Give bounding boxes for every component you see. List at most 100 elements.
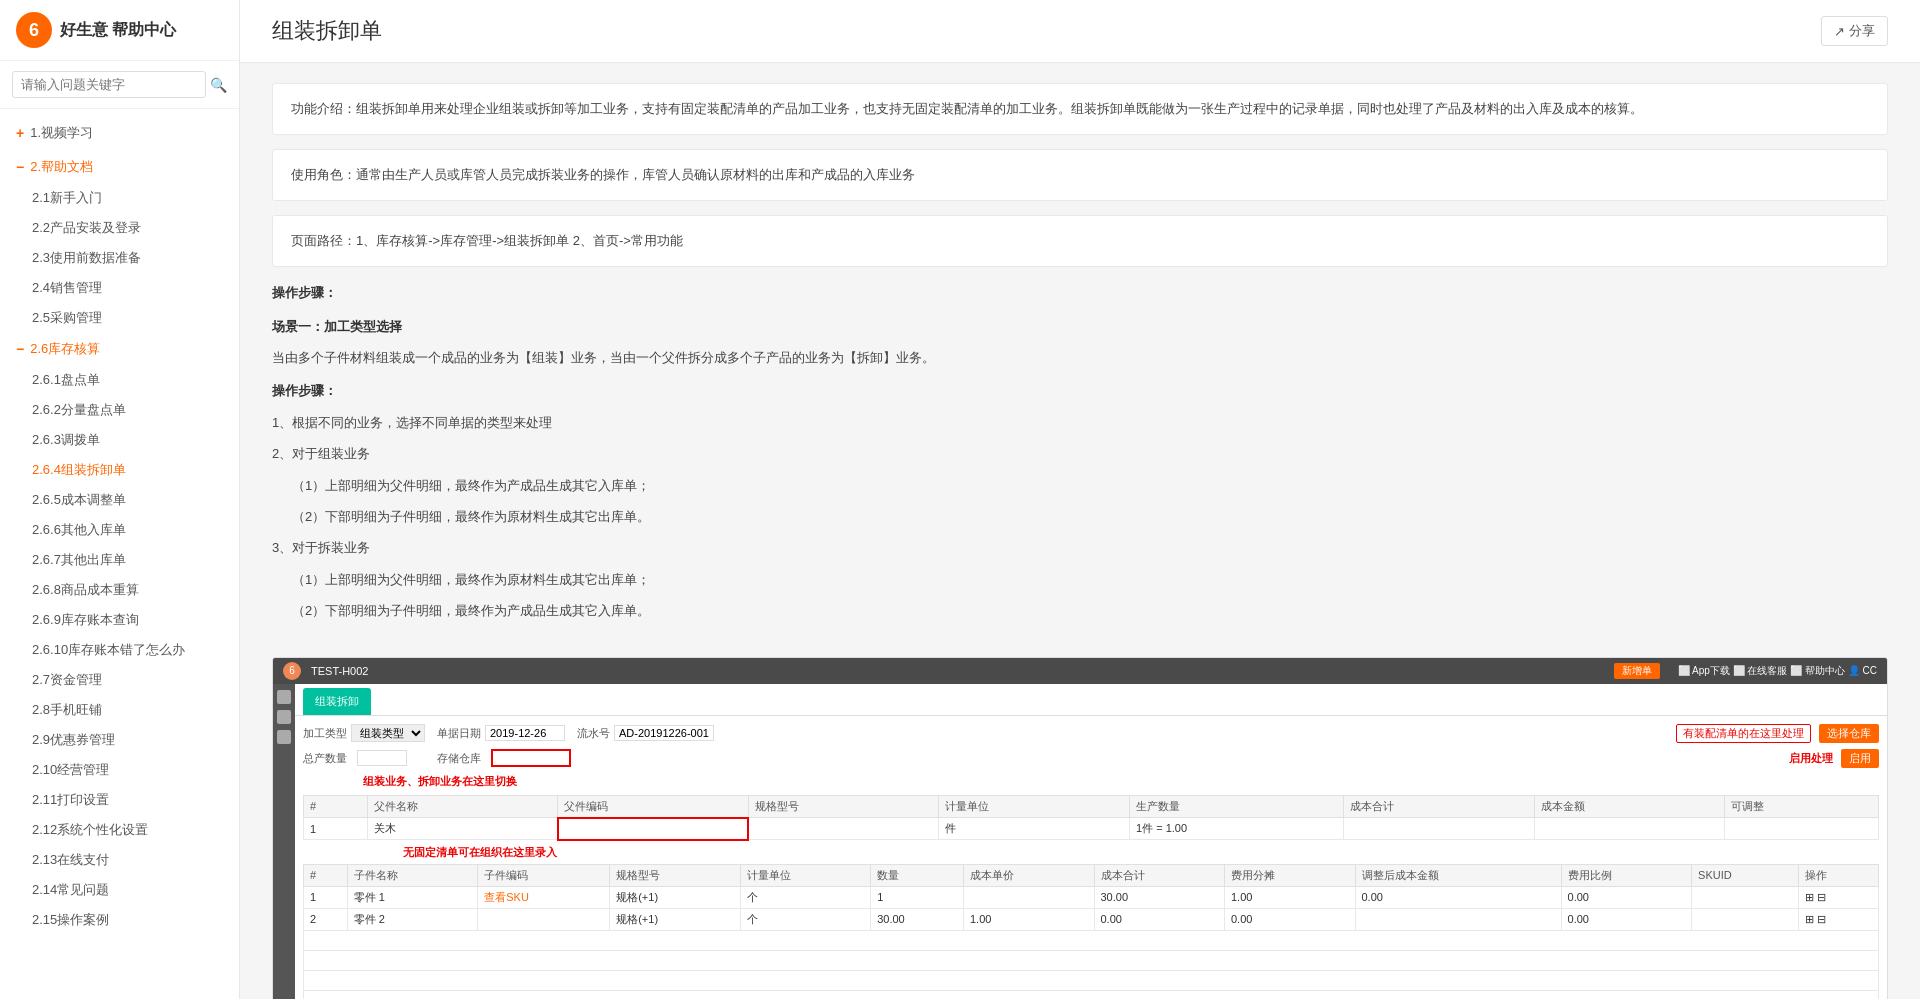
screenshot-body: 组装拆卸 加工类型 组装类型 拆卸类型 bbox=[273, 684, 1887, 999]
col-parent-code: 父件编码 bbox=[558, 795, 749, 818]
screenshot-container: 6 TEST-H002 新增单 ⬜ App下载 ⬜ 在线客服 ⬜ 帮助中心 👤 … bbox=[272, 657, 1888, 999]
form-quantity-label: 总产数量 bbox=[303, 751, 347, 766]
child-row-3 bbox=[304, 930, 1879, 950]
icon1 bbox=[277, 690, 291, 704]
col-no: # bbox=[304, 795, 368, 818]
c-cell-ctotal-2: 0.00 bbox=[1094, 908, 1225, 930]
quantity-input[interactable] bbox=[357, 750, 407, 766]
main-header: 组装拆卸单 ↗ 分享 bbox=[240, 0, 1920, 63]
autofill-annotation-row: 无固定清单可在组织在这里录入 bbox=[303, 845, 1879, 860]
col-c-code: 子件编码 bbox=[478, 864, 610, 886]
form-type: 加工类型 组装类型 拆卸类型 bbox=[303, 724, 425, 742]
sidebar-item-2-14[interactable]: 2.14常见问题 bbox=[0, 875, 239, 905]
col-unit: 计量单位 bbox=[939, 795, 1130, 818]
sidebar-item-2-6-6[interactable]: 2.6.6其他入库单 bbox=[16, 515, 239, 545]
c-cell-adj-2 bbox=[1355, 908, 1561, 930]
sidebar-item-2-6-5[interactable]: 2.6.5成本调整单 bbox=[16, 485, 239, 515]
sidebar-item-2-4[interactable]: 2.4销售管理 bbox=[0, 273, 239, 303]
annotation3-label: 组装业务、拆卸业务在这里切换 bbox=[363, 775, 517, 787]
sidebar-item-2-6-2[interactable]: 2.6.2分量盘点单 bbox=[16, 395, 239, 425]
annotation-area: 有装配清单的在这里处理 选择仓库 bbox=[726, 724, 1879, 743]
sidebar-item-2-2[interactable]: 2.2产品安装及登录 bbox=[0, 213, 239, 243]
col-c-name: 子件名称 bbox=[347, 864, 478, 886]
sidebar-item-1[interactable]: + 1.视频学习 bbox=[0, 117, 239, 149]
screenshot-image: 6 TEST-H002 新增单 ⬜ App下载 ⬜ 在线客服 ⬜ 帮助中心 👤 … bbox=[273, 658, 1887, 999]
c-cell-code-2 bbox=[478, 908, 610, 930]
scene1-desc: 当由多个子件材料组装成一个成品的业务为【组装】业务，当由一个父件拆分成多个子产品… bbox=[272, 346, 1888, 369]
cell-cost-amt bbox=[1534, 818, 1725, 840]
parent-table: # 父件名称 父件编码 规格型号 计量单位 生产数量 成本合计 成本金额 可调整 bbox=[303, 795, 1879, 841]
sub-group-2-6: − 2.6库存核算 2.6.1盘点单 2.6.2分量盘点单 2.6.3调拨单 2… bbox=[16, 333, 239, 665]
sidebar-item-2-6-10[interactable]: 2.6.10库存账本错了怎么办 bbox=[16, 635, 239, 665]
sidebar-item-2-8[interactable]: 2.8手机旺铺 bbox=[0, 695, 239, 725]
col-c-adj-cost: 调整后成本金额 bbox=[1355, 864, 1561, 886]
sidebar-item-2-13[interactable]: 2.13在线支付 bbox=[0, 845, 239, 875]
scene1-title: 场景一：加工类型选择 bbox=[272, 315, 1888, 338]
sidebar-item-2-6-8[interactable]: 2.6.8商品成本重算 bbox=[16, 575, 239, 605]
col-c-spec: 规格型号 bbox=[610, 864, 741, 886]
sidebar-item-2-1[interactable]: 2.1新手入门 bbox=[0, 183, 239, 213]
icon3 bbox=[277, 730, 291, 744]
sidebar-item-2-5[interactable]: 2.5采购管理 bbox=[0, 303, 239, 333]
enable-button[interactable]: 启用 bbox=[1841, 749, 1879, 768]
content-area: 功能介绍：组装拆卸单用来处理企业组装或拆卸等加工业务，支持有固定装配清单的产品加… bbox=[240, 63, 1920, 999]
screenshot-icons: ⬜ App下载 ⬜ 在线客服 ⬜ 帮助中心 👤 CC bbox=[1678, 664, 1877, 678]
cell-unit: 件 bbox=[939, 818, 1130, 840]
store-input[interactable] bbox=[491, 749, 571, 767]
sidebar-item-2-12[interactable]: 2.12系统个性化设置 bbox=[0, 815, 239, 845]
c-cell-code-1: 查看SKU bbox=[478, 886, 610, 908]
screenshot-new-btn: 新增单 bbox=[1614, 663, 1660, 679]
icon2 bbox=[277, 710, 291, 724]
sidebar-item-2-6-1[interactable]: 2.6.1盘点单 bbox=[16, 365, 239, 395]
col-spec: 规格型号 bbox=[748, 795, 939, 818]
cell-cost-total bbox=[1344, 818, 1535, 840]
path-text: 页面路径：1、库存核算->库存管理->组装拆卸单 2、首页->常用功能 bbox=[291, 233, 683, 248]
sidebar-item-2-6-9[interactable]: 2.6.9库存账本查询 bbox=[16, 605, 239, 635]
sidebar-item-2-9[interactable]: 2.9优惠券管理 bbox=[0, 725, 239, 755]
sidebar-item-2-7[interactable]: 2.7资金管理 bbox=[0, 665, 239, 695]
cell-adj bbox=[1725, 818, 1879, 840]
c-cell-spec-1: 规格(+1) bbox=[610, 886, 741, 908]
c-cell-act-2: ⊞ ⊟ bbox=[1798, 908, 1878, 930]
col-c-no: # bbox=[304, 864, 348, 886]
sidebar-item-2-11[interactable]: 2.11打印设置 bbox=[0, 785, 239, 815]
sidebar-item-2-6-7[interactable]: 2.6.7其他出库单 bbox=[16, 545, 239, 575]
sidebar-item-2-6[interactable]: − 2.6库存核算 bbox=[16, 333, 239, 365]
share-button[interactable]: ↗ 分享 bbox=[1821, 16, 1888, 46]
sidebar-item-2-6-3[interactable]: 2.6.3调拨单 bbox=[16, 425, 239, 455]
c-cell-ratio-1: 0.00 bbox=[1561, 886, 1692, 908]
child-row-4 bbox=[304, 950, 1879, 970]
screenshot-logo: 6 bbox=[283, 662, 301, 680]
col-parent-name: 父件名称 bbox=[367, 795, 558, 818]
c-cell-unit-1: 个 bbox=[740, 886, 871, 908]
c-cell-adj-1: 0.00 bbox=[1355, 886, 1561, 908]
logo-icon: 6 bbox=[16, 12, 52, 48]
page-title: 组装拆卸单 bbox=[272, 16, 382, 46]
number-input[interactable] bbox=[614, 725, 714, 741]
sidebar-item-2-6-4[interactable]: 2.6.4组装拆卸单 bbox=[16, 455, 239, 485]
sidebar-item-2-15[interactable]: 2.15操作案例 bbox=[0, 905, 239, 935]
select-store-button[interactable]: 选择仓库 bbox=[1819, 724, 1879, 743]
c-cell-price-2: 1.00 bbox=[964, 908, 1095, 930]
nav-group-1: + 1.视频学习 bbox=[0, 117, 239, 149]
c-cell-qty-2: 30.00 bbox=[871, 908, 964, 930]
type-select[interactable]: 组装类型 拆卸类型 bbox=[351, 724, 425, 742]
ops-steps-title: 操作步骤： bbox=[272, 379, 1888, 402]
col-cost-amount: 成本金额 bbox=[1534, 795, 1725, 818]
sidebar-item-2-3[interactable]: 2.3使用前数据准备 bbox=[0, 243, 239, 273]
screenshot-form: 加工类型 组装类型 拆卸类型 单据日期 bbox=[295, 716, 1887, 999]
number-label: 流水号 bbox=[577, 726, 610, 741]
sidebar-item-2-10[interactable]: 2.10经营管理 bbox=[0, 755, 239, 785]
date-input[interactable] bbox=[485, 725, 565, 741]
search-input[interactable] bbox=[12, 71, 206, 98]
search-button[interactable]: 🔍 bbox=[210, 77, 227, 93]
share-icon: ↗ bbox=[1834, 24, 1845, 39]
share-label: 分享 bbox=[1849, 22, 1875, 40]
step3-2: （2）下部明细为子件明细，最终作为产成品生成其它入库单。 bbox=[292, 599, 1888, 622]
sidebar-item-2[interactable]: − 2.帮助文档 bbox=[0, 151, 239, 183]
step1: 1、根据不同的业务，选择不同单据的类型来处理 bbox=[272, 411, 1888, 434]
collapse-icon-2: − bbox=[16, 159, 24, 175]
step2-2: （2）下部明细为子件明细，最终作为原材料生成其它出库单。 bbox=[292, 505, 1888, 528]
screenshot-testid: TEST-H002 bbox=[311, 665, 368, 677]
col-adjustable: 可调整 bbox=[1725, 795, 1879, 818]
